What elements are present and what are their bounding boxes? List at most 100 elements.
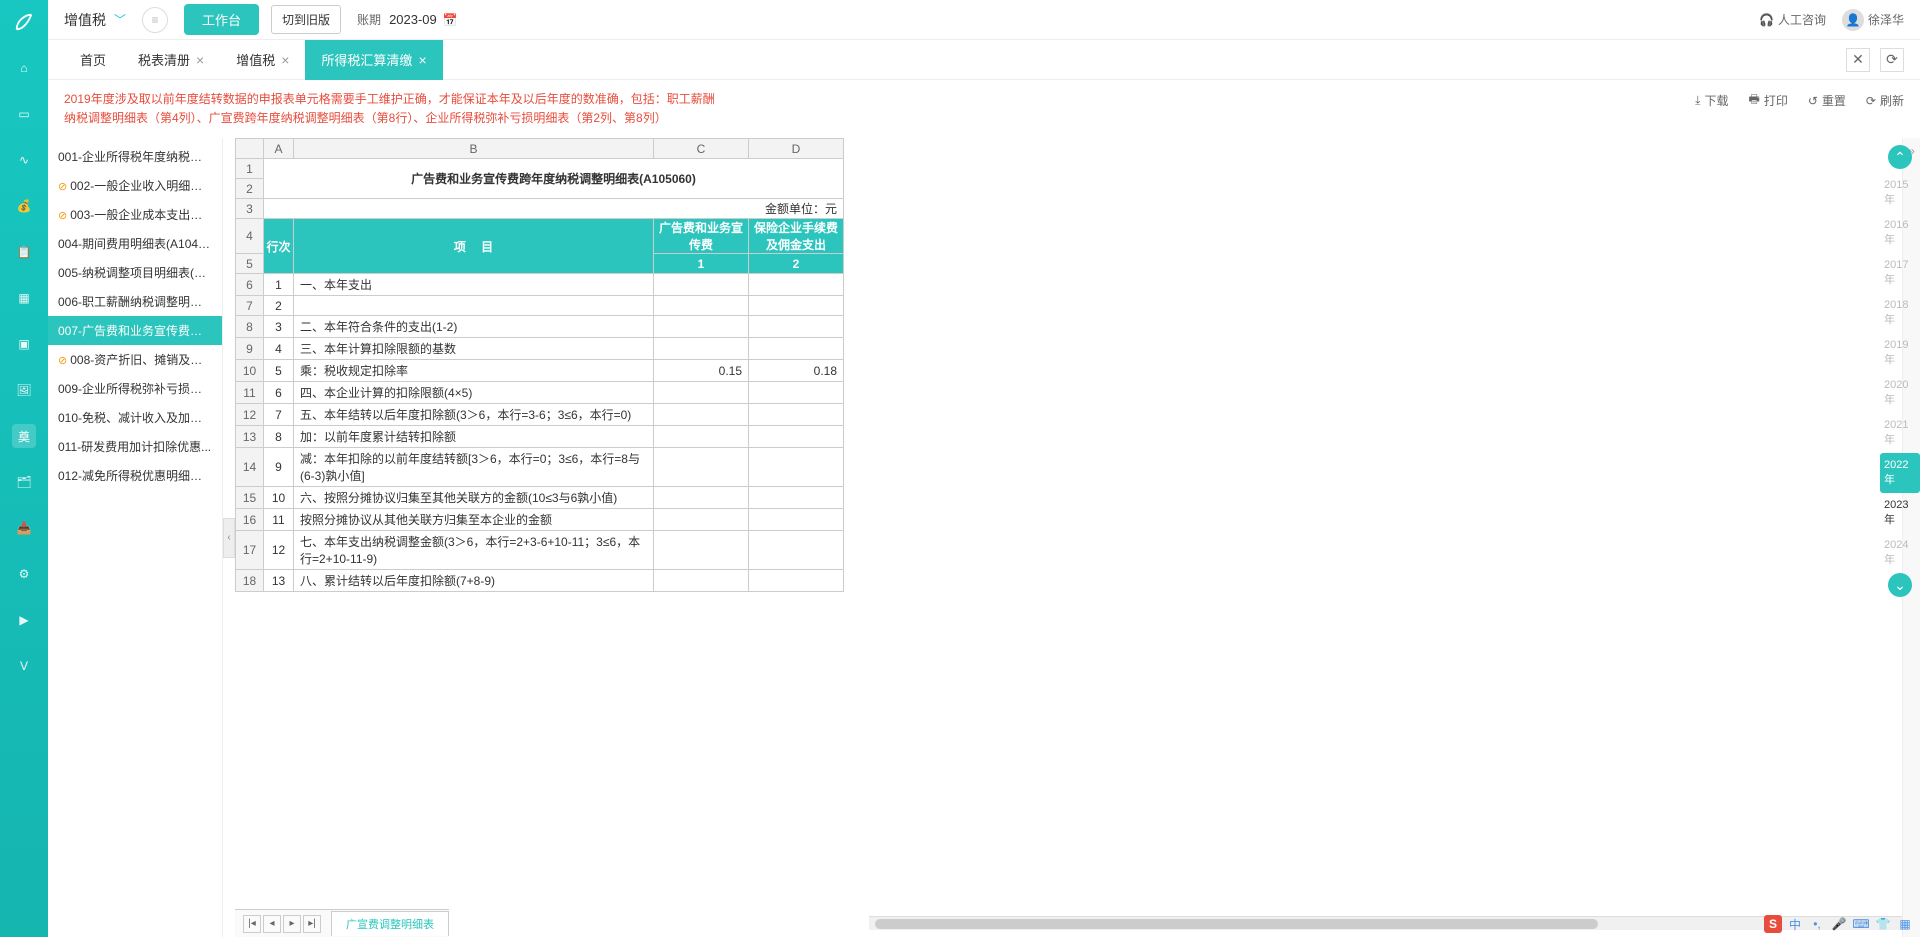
form-item-6[interactable]: 007-广告费和业务宣传费跨...007-广告费和业务宣传费跨年度纳税调整明细表… — [48, 316, 222, 345]
nav-chart-icon[interactable]: ∿ — [12, 148, 36, 172]
row-d-2[interactable] — [749, 296, 844, 316]
row-c-12[interactable] — [654, 531, 749, 570]
row-d-5[interactable]: 0.18 — [749, 360, 844, 382]
ime-s-icon[interactable]: S — [1764, 915, 1782, 933]
row-c-4[interactable] — [654, 338, 749, 360]
row-d-8[interactable] — [749, 426, 844, 448]
year-2015年[interactable]: 2015年 — [1880, 173, 1920, 213]
nav-inbox-icon[interactable]: 📥 — [12, 516, 36, 540]
tab-3[interactable]: 所得税汇算清缴× — [305, 40, 442, 80]
year-2016年[interactable]: 2016年 — [1880, 213, 1920, 253]
nav-bag-icon[interactable]: 💰 — [12, 194, 36, 218]
user-menu[interactable]: 👤徐泽华 — [1842, 9, 1904, 31]
row-d-13[interactable] — [749, 570, 844, 592]
old-version-button[interactable]: 切到旧版 — [271, 5, 341, 34]
row-c-9[interactable] — [654, 448, 749, 487]
tab-0[interactable]: 首页 — [64, 40, 122, 80]
row-c-2[interactable] — [654, 296, 749, 316]
close-icon[interactable]: × — [281, 52, 289, 68]
form-item-9[interactable]: 010-免税、减计收入及加计... — [48, 403, 222, 432]
row-c-8[interactable] — [654, 426, 749, 448]
form-item-4[interactable]: 005-纳税调整项目明细表(A1... — [48, 258, 222, 287]
ime-punct-icon[interactable]: •, — [1808, 915, 1826, 933]
row-d-12[interactable] — [749, 531, 844, 570]
workspace-button[interactable]: 工作台 — [184, 4, 259, 35]
ime-skin-icon[interactable]: 👕 — [1874, 915, 1892, 933]
nav-calc-icon[interactable]: ▦ — [12, 286, 36, 310]
download-button[interactable]: ⤓下载 — [1695, 90, 1728, 111]
row-d-11[interactable] — [749, 509, 844, 531]
reset-button[interactable]: ↺重置 — [1808, 90, 1846, 111]
form-item-7[interactable]: 008-资产折旧、摊销及纳税... — [48, 345, 222, 374]
close-icon[interactable]: × — [418, 52, 426, 68]
row-d-3[interactable] — [749, 316, 844, 338]
form-item-10[interactable]: 011-研发费用加计扣除优惠... — [48, 432, 222, 461]
row-d-10[interactable] — [749, 487, 844, 509]
ime-mic-icon[interactable]: 🎤 — [1830, 915, 1848, 933]
nav-home-icon[interactable]: ⌂ — [12, 56, 36, 80]
year-2019年[interactable]: 2019年 — [1880, 333, 1920, 373]
row-d-1[interactable] — [749, 274, 844, 296]
refresh-button[interactable]: ⟳刷新 — [1866, 90, 1904, 111]
row-c-13[interactable] — [654, 570, 749, 592]
calendar-icon[interactable]: 📅 — [443, 13, 458, 27]
year-2018年[interactable]: 2018年 — [1880, 293, 1920, 333]
spreadsheet-grid[interactable]: ABCD1广告费和业务宣传费跨年度纳税调整明细表(A105060)23金额单位：… — [235, 138, 1902, 909]
nav-clipboard-icon[interactable]: 📋 — [12, 240, 36, 264]
row-c-3[interactable] — [654, 316, 749, 338]
row-c-5[interactable]: 0.15 — [654, 360, 749, 382]
row-c-11[interactable] — [654, 509, 749, 531]
scrollbar-thumb[interactable] — [875, 919, 1598, 929]
year-2022年[interactable]: 2022年 — [1880, 453, 1920, 493]
horizontal-scrollbar[interactable] — [869, 916, 1902, 930]
row-c-6[interactable] — [654, 382, 749, 404]
nav-image-icon[interactable]: 🖼 — [12, 378, 36, 402]
sheet-prev-icon[interactable]: ◂ — [263, 915, 281, 933]
period-value[interactable]: 2023-09 — [389, 12, 437, 27]
consult-button[interactable]: 🎧人工咨询 — [1759, 11, 1826, 28]
year-2023年[interactable]: 2023年 — [1880, 493, 1920, 533]
nav-video-icon[interactable]: ▶ — [12, 608, 36, 632]
form-item-8[interactable]: 009-企业所得税弥补亏损明... — [48, 374, 222, 403]
tab-refresh-button[interactable]: ⟳ — [1880, 48, 1904, 72]
print-button[interactable]: 🖶打印 — [1749, 90, 1788, 111]
nav-doc-icon[interactable]: ▭ — [12, 102, 36, 126]
tab-2[interactable]: 增值税× — [220, 40, 305, 80]
year-2020年[interactable]: 2020年 — [1880, 373, 1920, 413]
row-d-4[interactable] — [749, 338, 844, 360]
module-chevron-down-icon[interactable]: ﹀ — [114, 11, 126, 28]
row-d-6[interactable] — [749, 382, 844, 404]
form-item-5[interactable]: 006-职工薪酬纳税调整明细... — [48, 287, 222, 316]
sheet-last-icon[interactable]: ▸| — [303, 915, 321, 933]
sheet-first-icon[interactable]: |◂ — [243, 915, 261, 933]
ime-grid-icon[interactable]: ▦ — [1896, 915, 1914, 933]
nav-tax-icon[interactable]: 奠 — [12, 424, 36, 448]
row-d-9[interactable] — [749, 448, 844, 487]
history-button[interactable]: ≡ — [142, 7, 168, 33]
row-c-1[interactable] — [654, 274, 749, 296]
nav-folder-icon[interactable]: 🗂 — [12, 470, 36, 494]
nav-settings-icon[interactable]: ⚙ — [12, 562, 36, 586]
tab-close-all-button[interactable]: ✕ — [1846, 48, 1870, 72]
sheet-next-icon[interactable]: ▸ — [283, 915, 301, 933]
year-2024年[interactable]: 2024年 — [1880, 533, 1920, 573]
ime-keyboard-icon[interactable]: ⌨ — [1852, 915, 1870, 933]
sheet-tab[interactable]: 广宣费调整明细表 — [331, 911, 449, 936]
year-2017年[interactable]: 2017年 — [1880, 253, 1920, 293]
row-c-10[interactable] — [654, 487, 749, 509]
form-item-3[interactable]: 004-期间费用明细表(A1040... — [48, 229, 222, 258]
ime-lang-icon[interactable]: 中 — [1786, 915, 1804, 933]
form-item-11[interactable]: 012-减免所得税优惠明细表(... — [48, 461, 222, 490]
form-item-0[interactable]: 001-企业所得税年度纳税申... — [48, 142, 222, 171]
year-2021年[interactable]: 2021年 — [1880, 413, 1920, 453]
row-c-7[interactable] — [654, 404, 749, 426]
collapse-formlist-handle[interactable]: ‹ — [223, 518, 235, 558]
row-d-7[interactable] — [749, 404, 844, 426]
year-down-icon[interactable]: ⌄ — [1888, 573, 1912, 597]
close-icon[interactable]: × — [196, 52, 204, 68]
nav-v-icon[interactable]: V — [12, 654, 36, 678]
form-item-1[interactable]: 002-一般企业收入明细表(A... — [48, 171, 222, 200]
form-item-2[interactable]: 003-一般企业成本支出明细... — [48, 200, 222, 229]
nav-block-icon[interactable]: ▣ — [12, 332, 36, 356]
year-up-icon[interactable]: ⌃ — [1888, 145, 1912, 169]
